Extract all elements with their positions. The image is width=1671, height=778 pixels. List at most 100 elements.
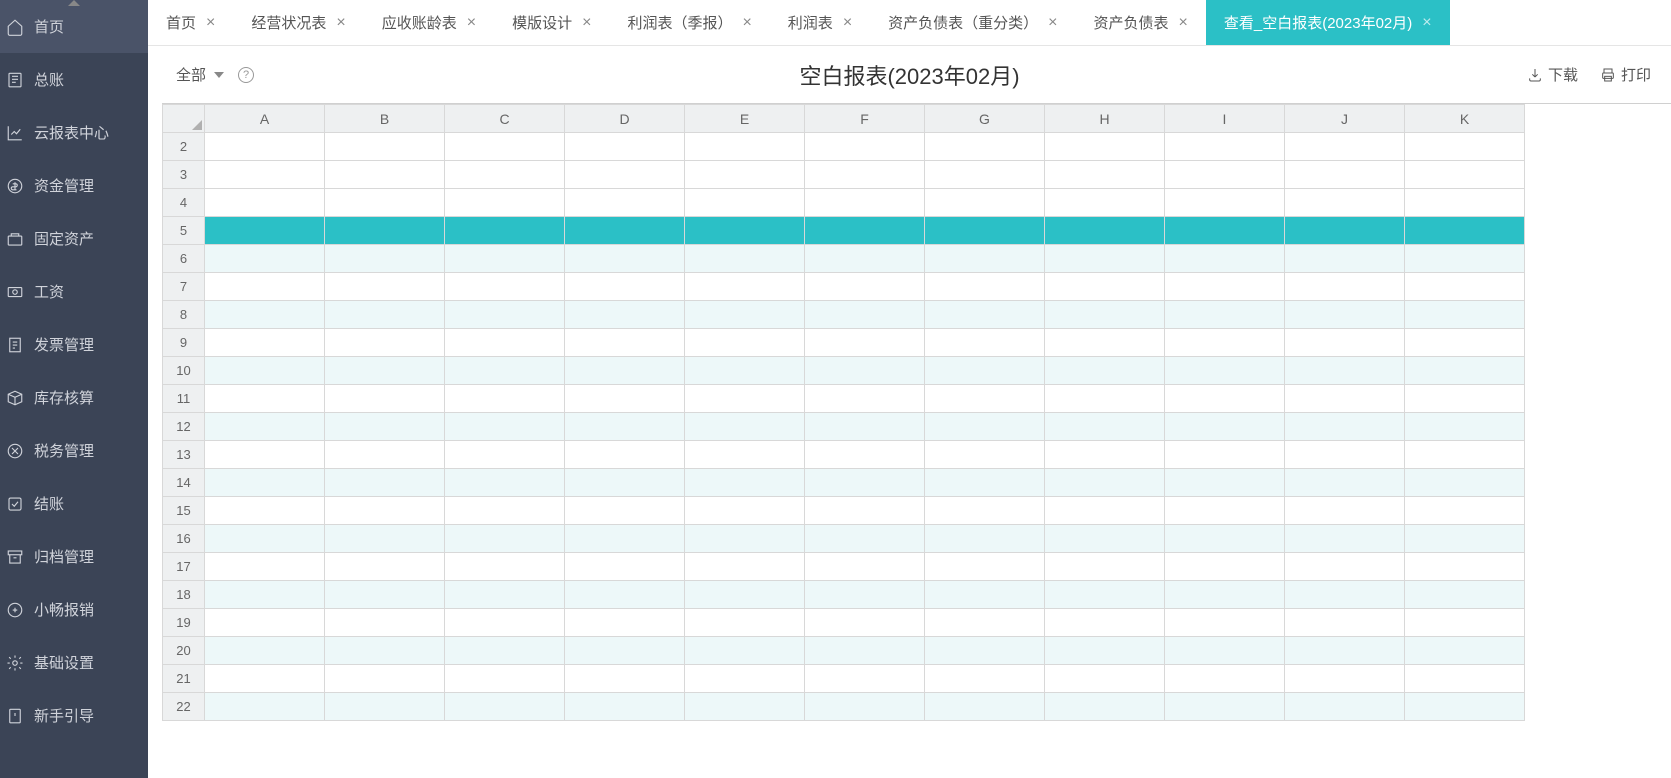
cell[interactable] (805, 469, 925, 497)
cell[interactable] (1405, 637, 1525, 665)
cell[interactable] (1165, 665, 1285, 693)
row-header[interactable]: 16 (163, 525, 205, 553)
cell[interactable] (685, 525, 805, 553)
row-header[interactable]: 11 (163, 385, 205, 413)
close-icon[interactable]: × (206, 15, 215, 31)
cell[interactable] (565, 301, 685, 329)
close-icon[interactable]: × (742, 15, 751, 31)
cell[interactable] (565, 161, 685, 189)
sidebar-item-archive[interactable]: 归档管理 (0, 530, 148, 583)
print-button[interactable]: 打印 (1600, 64, 1651, 85)
row-header[interactable]: 4 (163, 189, 205, 217)
row-header[interactable]: 2 (163, 133, 205, 161)
cell[interactable] (1045, 357, 1165, 385)
cell[interactable] (925, 301, 1045, 329)
cell[interactable] (1285, 301, 1405, 329)
cell[interactable] (1045, 385, 1165, 413)
cell[interactable] (1285, 441, 1405, 469)
cell[interactable] (445, 609, 565, 637)
cell[interactable] (325, 525, 445, 553)
tab[interactable]: 资产负债表× (1076, 0, 1206, 45)
cell[interactable] (1045, 133, 1165, 161)
cell[interactable] (445, 329, 565, 357)
sidebar-item-ledger[interactable]: 总账 (0, 53, 148, 106)
cell[interactable] (1405, 385, 1525, 413)
cell[interactable] (925, 469, 1045, 497)
sidebar-item-guide[interactable]: 新手引导 (0, 689, 148, 742)
cell[interactable] (925, 217, 1045, 245)
column-header[interactable]: K (1405, 105, 1525, 133)
tab[interactable]: 经营状况表× (233, 0, 363, 45)
cell[interactable] (1045, 693, 1165, 721)
cell[interactable] (205, 441, 325, 469)
cell[interactable] (1165, 217, 1285, 245)
row-header[interactable]: 13 (163, 441, 205, 469)
cell[interactable] (1405, 301, 1525, 329)
cell[interactable] (1285, 161, 1405, 189)
cell[interactable] (1285, 497, 1405, 525)
cell[interactable] (325, 469, 445, 497)
cell[interactable] (445, 189, 565, 217)
cell[interactable] (925, 413, 1045, 441)
cell[interactable] (1045, 665, 1165, 693)
cell[interactable] (205, 497, 325, 525)
column-header[interactable]: A (205, 105, 325, 133)
close-icon[interactable]: × (582, 15, 591, 31)
row-header[interactable]: 9 (163, 329, 205, 357)
cell[interactable] (1045, 161, 1165, 189)
cell[interactable] (565, 385, 685, 413)
cell[interactable] (325, 189, 445, 217)
cell[interactable] (325, 609, 445, 637)
cell[interactable] (1405, 357, 1525, 385)
cell[interactable] (205, 665, 325, 693)
cell[interactable] (445, 385, 565, 413)
cell[interactable] (1285, 385, 1405, 413)
cell[interactable] (805, 161, 925, 189)
cell[interactable] (325, 301, 445, 329)
cell[interactable] (925, 245, 1045, 273)
cell[interactable] (805, 693, 925, 721)
cell[interactable] (1405, 581, 1525, 609)
cell[interactable] (925, 189, 1045, 217)
cell[interactable] (685, 189, 805, 217)
cell[interactable] (1405, 161, 1525, 189)
cell[interactable] (325, 441, 445, 469)
cell[interactable] (805, 665, 925, 693)
row-header[interactable]: 21 (163, 665, 205, 693)
cell[interactable] (325, 245, 445, 273)
cell[interactable] (805, 441, 925, 469)
cell[interactable] (565, 329, 685, 357)
sidebar-item-asset[interactable]: 固定资产 (0, 212, 148, 265)
cell[interactable] (325, 553, 445, 581)
cell[interactable] (925, 273, 1045, 301)
cell[interactable] (1165, 469, 1285, 497)
cell[interactable] (805, 385, 925, 413)
row-header[interactable]: 20 (163, 637, 205, 665)
close-icon[interactable]: × (467, 15, 476, 31)
cell[interactable] (1045, 553, 1165, 581)
close-icon[interactable]: × (843, 15, 852, 31)
cell[interactable] (1285, 413, 1405, 441)
cell[interactable] (1405, 469, 1525, 497)
cell[interactable] (805, 133, 925, 161)
column-header[interactable]: F (805, 105, 925, 133)
column-header[interactable]: G (925, 105, 1045, 133)
cell[interactable] (205, 609, 325, 637)
cell[interactable] (205, 637, 325, 665)
download-button[interactable]: 下载 (1527, 64, 1578, 85)
column-header[interactable]: B (325, 105, 445, 133)
cell[interactable] (925, 357, 1045, 385)
cell[interactable] (1405, 609, 1525, 637)
cell[interactable] (1285, 553, 1405, 581)
cell[interactable] (565, 693, 685, 721)
cell[interactable] (685, 245, 805, 273)
tab[interactable]: 资产负债表（重分类）× (870, 0, 1075, 45)
cell[interactable] (1405, 217, 1525, 245)
cell[interactable] (1405, 189, 1525, 217)
row-header[interactable]: 6 (163, 245, 205, 273)
cell[interactable] (805, 609, 925, 637)
cell[interactable] (565, 469, 685, 497)
row-header[interactable]: 19 (163, 609, 205, 637)
cell[interactable] (685, 413, 805, 441)
cell[interactable] (565, 497, 685, 525)
